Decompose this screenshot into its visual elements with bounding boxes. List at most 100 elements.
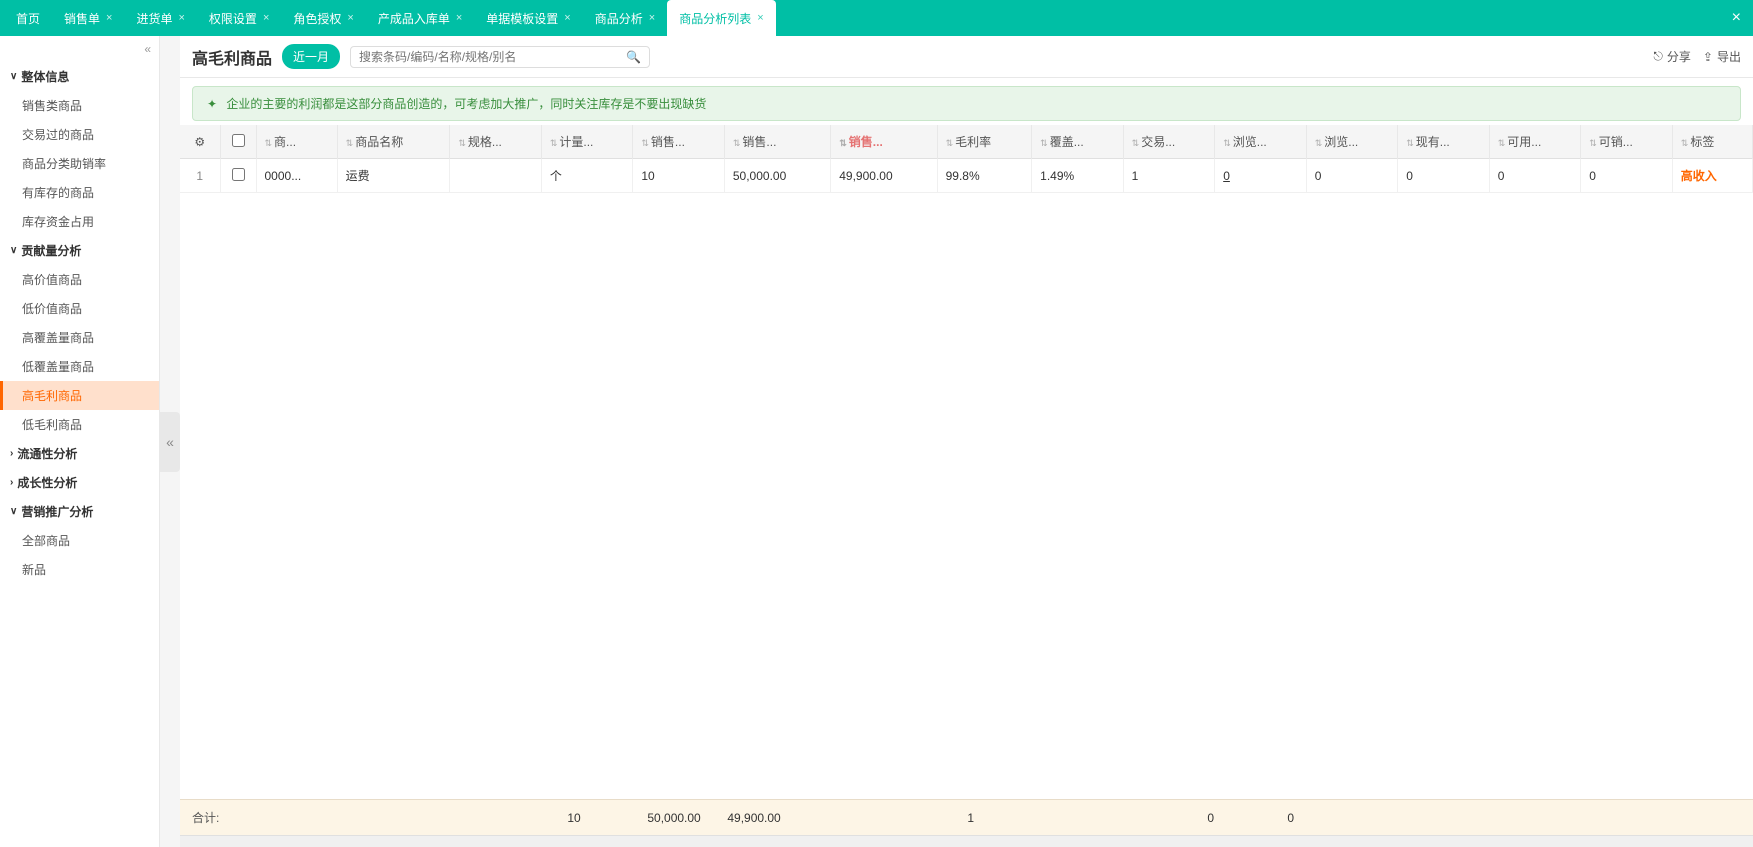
th-current-stock[interactable]: 现有... [1398,125,1490,159]
horizontal-scrollbar[interactable] [180,835,1753,847]
footer-cell-available: 0 [1279,811,1359,825]
th-gross-margin[interactable]: 毛利率 [937,125,1032,159]
th-transactions[interactable]: 交易... [1123,125,1215,159]
select-all-checkbox[interactable] [232,134,245,147]
nav-permission[interactable]: 权限设置 × [197,0,281,36]
export-btn[interactable]: ⇪ 导出 [1703,48,1741,65]
row-sales-amount: 50,000.00 [724,159,830,193]
th-checkbox[interactable] [220,125,256,159]
row-current-stock: 0 [1398,159,1490,193]
th-name[interactable]: 商品名称 [337,125,450,159]
sidebar-group-growth[interactable]: › 成长性分析 [0,468,159,497]
th-available-stock[interactable]: 可用... [1489,125,1581,159]
table-row: 1 0000... 运费 个 10 50,000.00 49,900.00 99… [180,159,1753,193]
nav-permission-close[interactable]: × [263,12,269,24]
footer-cell-current: 0 [1199,811,1279,825]
row-spec [450,159,542,193]
nav-product-analysis-close[interactable]: × [649,12,655,24]
nav-sales[interactable]: 销售单 × [52,0,124,36]
row-coverage: 1.49% [1032,159,1124,193]
table-body: 1 0000... 运费 个 10 50,000.00 49,900.00 99… [180,159,1753,193]
sidebar-group-liquidity-arrow: › [10,448,13,459]
th-browse1[interactable]: 浏览... [1215,125,1307,159]
footer-cell-2 [399,811,479,825]
nav-product-analysis[interactable]: 商品分析 × [583,0,667,36]
sidebar-item-high-margin[interactable]: 高毛利商品 [0,381,159,410]
sidebar-group-marketing[interactable]: ∨ 营销推广分析 [0,497,159,526]
footer-cell-3 [479,811,559,825]
share-btn[interactable]: ⎋ 分享 [1653,48,1691,65]
th-sales-profit[interactable]: 销售... [831,125,937,159]
footer-cell-sales-profit: 49,900.00 [719,811,799,825]
nav-purchase-close[interactable]: × [178,12,184,24]
nav-product-analysis-list-close[interactable]: × [757,12,763,24]
sidebar-group-marketing-arrow: ∨ [10,506,17,517]
search-input[interactable] [359,50,626,64]
sidebar-item-traded-goods[interactable]: 交易过的商品 [0,120,159,149]
sidebar-item-category-rate[interactable]: 商品分类助销率 [0,149,159,178]
sidebar-item-in-stock-goods[interactable]: 有库存的商品 [0,178,159,207]
row-index: 1 [180,159,220,193]
th-sales-qty[interactable]: 销售... [633,125,725,159]
window-close-button[interactable]: × [1732,9,1741,27]
info-banner: ✦ 企业的主要的利润都是这部分商品创造的，可考虑加大推广，同时关注库存是不要出现… [192,86,1741,121]
nav-purchase[interactable]: 进货单 × [124,0,196,36]
search-box: 🔍 [350,46,650,68]
sidebar-item-high-coverage[interactable]: 高覆盖量商品 [0,323,159,352]
sidebar-group-growth-arrow: › [10,477,13,488]
row-checkbox[interactable] [232,168,245,181]
footer-cell-8 [799,811,879,825]
filter-recent-month-btn[interactable]: 近一月 [282,44,340,69]
nav-template[interactable]: 单据模板设置 × [474,0,582,36]
sidebar-item-new-goods[interactable]: 新品 [0,555,159,584]
th-unit[interactable]: 计量... [541,125,633,159]
sidebar-group-contribution[interactable]: ∨ 贡献量分析 [0,236,159,265]
sidebar-collapse-btn[interactable]: « [0,36,159,62]
sidebar-item-sales-goods[interactable]: 销售类商品 [0,91,159,120]
nav-product-inbound-close[interactable]: × [456,12,462,24]
sidebar-item-stock-capital[interactable]: 库存资金占用 [0,207,159,236]
row-browse1[interactable]: 0 [1215,159,1307,193]
row-checkbox-cell[interactable] [220,159,256,193]
nav-product-analysis-list[interactable]: 商品分析列表 × [667,0,775,36]
nav-product-inbound[interactable]: 产成品入库单 × [366,0,474,36]
row-available-stock: 0 [1489,159,1581,193]
sidebar-item-low-coverage[interactable]: 低覆盖量商品 [0,352,159,381]
sidebar-group-liquidity[interactable]: › 流通性分析 [0,439,159,468]
row-browse2: 0 [1306,159,1398,193]
th-browse2[interactable]: 浏览... [1306,125,1398,159]
row-sales-qty: 10 [633,159,725,193]
nav-role[interactable]: 角色授权 × [281,0,365,36]
content-area: 高毛利商品 近一月 🔍 ⎋ 分享 ⇪ 导出 ✦ 企业的主要的利润都是这部分商品创… [180,36,1753,847]
page-title: 高毛利商品 [192,45,272,69]
footer-cell-11 [1039,811,1119,825]
table-header-row: ⚙ 商... 商品名称 规格... 计量... 销售... 销售... 销售..… [180,125,1753,159]
th-tag[interactable]: 标签 [1672,125,1752,159]
th-sellable-stock[interactable]: 可销... [1581,125,1673,159]
sidebar-group-contribution-arrow: ∨ [10,245,17,256]
th-coverage[interactable]: 覆盖... [1032,125,1124,159]
sidebar-item-high-value[interactable]: 高价值商品 [0,265,159,294]
row-name: 运费 [337,159,450,193]
nav-role-close[interactable]: × [347,12,353,24]
footer-cell-transactions: 1 [959,811,1039,825]
th-spec[interactable]: 规格... [450,125,542,159]
sidebar-toggle-btn[interactable]: « [160,412,180,472]
footer-cell-1 [319,811,399,825]
share-icon: ⎋ [1653,49,1663,64]
footer-cell-9 [879,811,959,825]
th-settings[interactable]: ⚙ [180,125,220,159]
search-icon[interactable]: 🔍 [626,50,641,64]
th-sales-amount[interactable]: 销售... [724,125,830,159]
sidebar-item-low-value[interactable]: 低价值商品 [0,294,159,323]
th-code[interactable]: 商... [256,125,337,159]
sidebar-group-overall[interactable]: ∨ 整体信息 [0,62,159,91]
sidebar-item-low-margin[interactable]: 低毛利商品 [0,410,159,439]
nav-template-close[interactable]: × [564,12,570,24]
sidebar-item-all-goods[interactable]: 全部商品 [0,526,159,555]
footer-cell-12 [1119,811,1199,825]
nav-home[interactable]: 首页 [4,0,52,36]
nav-sales-close[interactable]: × [106,12,112,24]
footer-cell-0 [239,811,319,825]
nav-window-controls: × [1732,9,1749,27]
